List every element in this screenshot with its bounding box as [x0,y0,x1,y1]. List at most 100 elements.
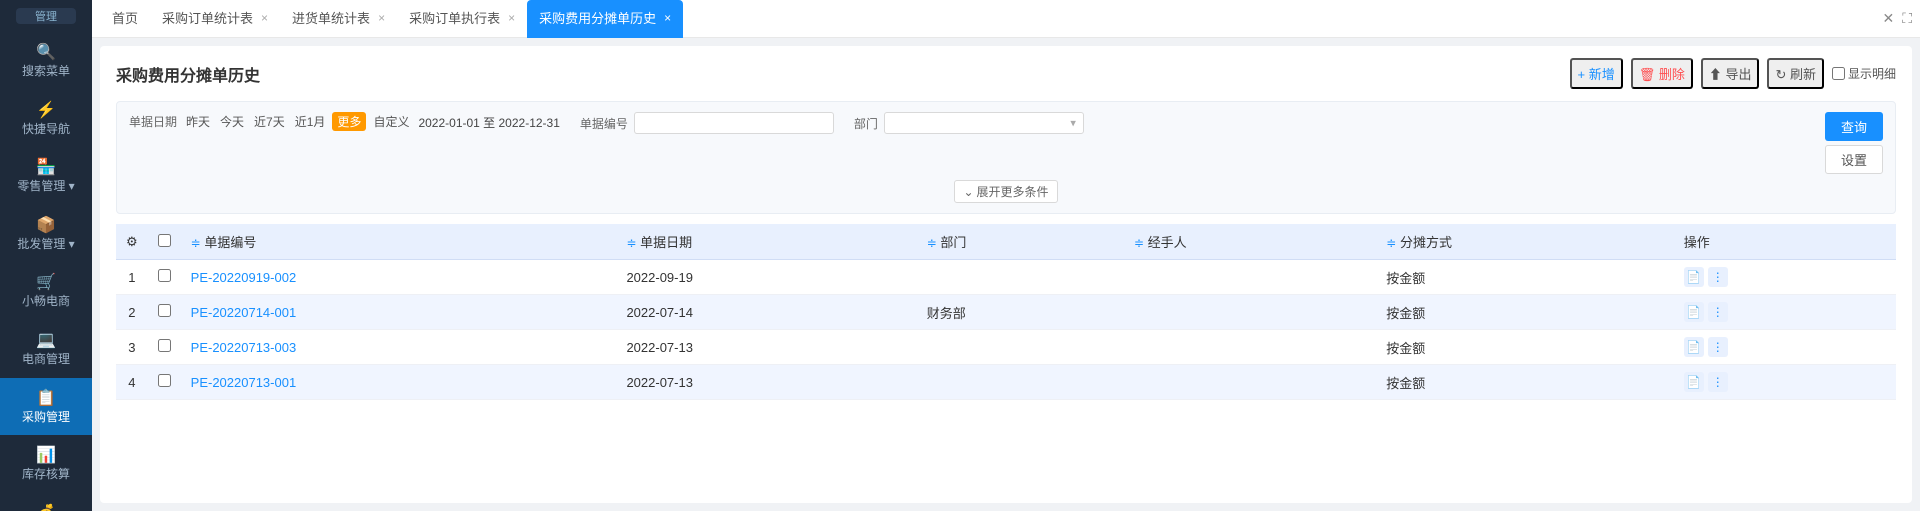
table-row: 2 PE-20220714-001 2022-07-14 财务部 按金额 📄 ⋮ [116,295,1896,330]
week-shortcut[interactable]: 近7天 [251,112,288,131]
handler-cell [1124,295,1376,330]
sidebar-item-库存核算[interactable]: 📊库存核算 [0,435,92,493]
sort-icon-split[interactable]: ≑ [1386,236,1396,250]
dept-cell: 财务部 [917,295,1124,330]
doc-no-filter-group: 单据编号 [580,112,834,134]
th-dept: ≑ 部门 [917,224,1124,260]
filter-line1: 单据日期 昨天 今天 近7天 近1月 更多 自定义 2022-01-01 至 2… [129,112,1883,174]
doc-no-cell: PE-20220919-002 [181,260,617,295]
custom-shortcut[interactable]: 自定义 [370,112,412,131]
tab-close-icon[interactable]: × [261,12,268,24]
export-button[interactable]: ⬆ 导出 [1701,58,1760,89]
sidebar-item-小畅电商[interactable]: 🛒小畅电商 [0,262,92,320]
more-action-icon[interactable]: ⋮ [1708,337,1728,357]
doc-no-link[interactable]: PE-20220919-002 [191,270,297,285]
tab-bar: 首页采购订单统计表×进货单统计表×采购订单执行表×采购费用分摊单历史× ✕ ⛶ [92,0,1920,38]
sidebar-item-采购管理[interactable]: 📋采购管理 [0,378,92,436]
tab-close-icon[interactable]: × [378,12,385,24]
sidebar-label: 库存核算 [22,467,70,483]
yesterday-shortcut[interactable]: 昨天 [183,112,213,131]
row-number: 2 [116,295,148,330]
close-icon[interactable]: ✕ [1882,10,1894,27]
handler-cell [1124,260,1376,295]
doc-no-input[interactable] [634,112,834,134]
th-gear[interactable]: ⚙ [116,224,148,260]
query-button[interactable]: 查询 [1825,112,1883,141]
more-action-icon[interactable]: ⋮ [1708,372,1728,392]
sidebar-label: 零售管理 ▾ [17,179,74,195]
fullscreen-icon[interactable]: ⛶ [1902,10,1912,27]
row-checkbox[interactable] [158,339,171,352]
doc-no-link[interactable]: PE-20220713-001 [191,375,297,390]
action-icons: 📄 ⋮ [1684,267,1886,287]
dept-cell [917,330,1124,365]
tab-采购费用分摊单历史[interactable]: 采购费用分摊单历史× [527,0,683,38]
tab-close-icon[interactable]: × [664,12,671,24]
doc-no-link[interactable]: PE-20220714-001 [191,305,297,320]
table-row: 3 PE-20220713-003 2022-07-13 按金额 📄 ⋮ [116,330,1896,365]
month-shortcut[interactable]: 近1月 [292,112,329,131]
edit-icon[interactable]: 📄 [1684,267,1704,287]
action-icons: 📄 ⋮ [1684,302,1886,322]
filter-buttons: 查询 设置 [1825,112,1883,174]
more-shortcut[interactable]: 更多 [332,112,366,131]
sidebar-item-批发管理[interactable]: 📦批发管理 ▾ [0,205,92,263]
row-checkbox[interactable] [158,269,171,282]
settings-button[interactable]: 设置 [1825,145,1883,174]
action-cell: 📄 ⋮ [1674,295,1896,330]
sort-icon-doc-no[interactable]: ≑ [191,236,201,250]
sidebar-label: 采购管理 [22,410,70,426]
sidebar-item-零售管理[interactable]: 🏪零售管理 ▾ [0,147,92,205]
tab-close-icon[interactable]: × [508,12,515,24]
today-shortcut[interactable]: 今天 [217,112,247,131]
tab-进货单统计表[interactable]: 进货单统计表× [280,0,397,38]
expand-more-button[interactable]: ⌄ 展开更多条件 [954,180,1057,203]
show-cols-checkbox[interactable] [1832,67,1845,80]
row-checkbox[interactable] [158,304,171,317]
row-checkbox[interactable] [158,374,171,387]
sidebar-item-资金管理[interactable]: 💰资金管理 [0,493,92,511]
sidebar-icon: ⚡ [36,100,56,120]
dept-select[interactable]: 财务部 [884,112,1084,134]
select-all-checkbox[interactable] [158,234,171,247]
tab-采购订单统计表[interactable]: 采购订单统计表× [150,0,280,38]
edit-icon[interactable]: 📄 [1684,372,1704,392]
table-row: 1 PE-20220919-002 2022-09-19 按金额 📄 ⋮ [116,260,1896,295]
more-action-icon[interactable]: ⋮ [1708,267,1728,287]
filter-row: 单据日期 昨天 今天 近7天 近1月 更多 自定义 2022-01-01 至 2… [116,101,1896,214]
tab-首页[interactable]: 首页 [100,0,150,38]
row-number: 4 [116,365,148,400]
tab-采购订单执行表[interactable]: 采购订单执行表× [397,0,527,38]
split-method-cell: 按金额 [1376,260,1673,295]
tab-label: 首页 [112,8,138,27]
tab-bar-right: ✕ ⛶ [1882,10,1912,27]
row-checkbox-cell [148,330,181,365]
edit-icon[interactable]: 📄 [1684,302,1704,322]
sidebar-item-搜索菜单[interactable]: 🔍搜索菜单 [0,32,92,90]
row-checkbox-cell [148,260,181,295]
sidebar-item-快捷导航[interactable]: ⚡快捷导航 [0,90,92,148]
delete-button[interactable]: 🗑 删除 [1631,58,1693,89]
table-header-row: ⚙ ≑ 单据编号 ≑ 单据日期 ≑ 部门 ≑ 经手人 ≑ 分摊方式 操作 [116,224,1896,260]
doc-date-cell: 2022-07-13 [616,330,916,365]
action-icons: 📄 ⋮ [1684,372,1886,392]
sort-icon-doc-date[interactable]: ≑ [626,236,636,250]
sidebar-item-电商管理[interactable]: 💻电商管理 [0,320,92,378]
row-number: 3 [116,330,148,365]
more-action-icon[interactable]: ⋮ [1708,302,1728,322]
refresh-button[interactable]: ↻ 刷新 [1767,58,1824,89]
handler-cell [1124,330,1376,365]
expand-icon: ⌄ [963,185,973,199]
sidebar-icon: 🛒 [36,272,56,292]
split-method-cell: 按金额 [1376,365,1673,400]
sort-icon-dept[interactable]: ≑ [927,236,937,250]
doc-no-link[interactable]: PE-20220713-003 [191,340,297,355]
page-title-row: 采购费用分摊单历史 + 新增 🗑 删除 ⬆ 导出 ↻ 刷新 显示明细 [116,58,1896,89]
th-doc-no: ≑ 单据编号 [181,224,617,260]
sidebar-icon: 💻 [36,330,56,350]
add-button[interactable]: + 新增 [1570,58,1623,89]
show-cols-checkbox-label[interactable]: 显示明细 [1832,65,1896,82]
edit-icon[interactable]: 📄 [1684,337,1704,357]
data-table: ⚙ ≑ 单据编号 ≑ 单据日期 ≑ 部门 ≑ 经手人 ≑ 分摊方式 操作 1 P… [116,224,1896,400]
sort-icon-handler[interactable]: ≑ [1134,236,1144,250]
